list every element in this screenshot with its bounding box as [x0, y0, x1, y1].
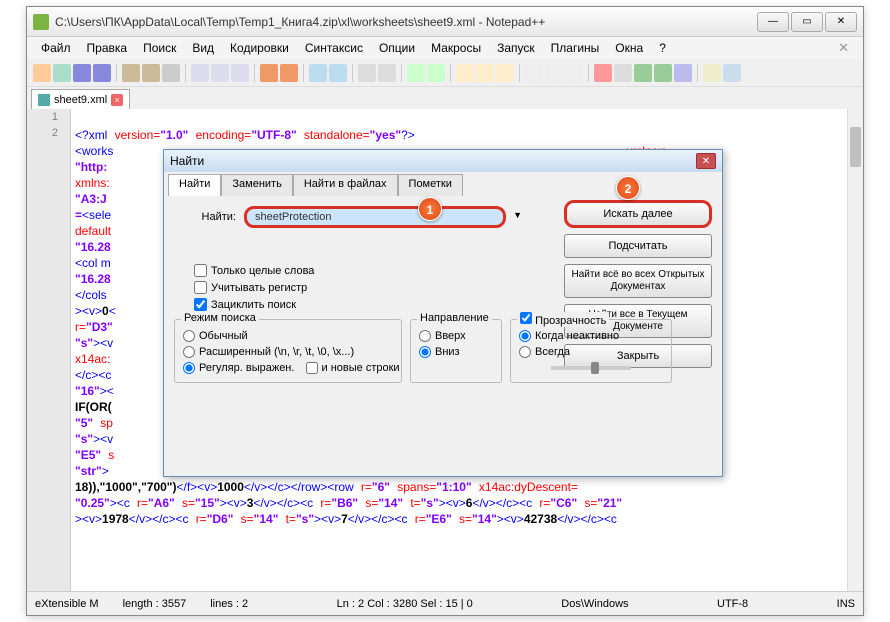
abc-icon[interactable] — [703, 64, 721, 82]
doc-tab[interactable]: sheet9.xml × — [31, 89, 130, 109]
radio-regex[interactable]: Регуляр. выражен. и новые строки — [183, 362, 393, 374]
radio-normal[interactable]: Обычный — [183, 330, 393, 342]
count-button[interactable]: Подсчитать — [564, 234, 712, 258]
record-icon[interactable] — [594, 64, 612, 82]
save-macro-icon[interactable] — [674, 64, 692, 82]
transparency-slider[interactable] — [551, 366, 631, 370]
paste-icon[interactable] — [231, 64, 249, 82]
check-newlines[interactable] — [306, 362, 318, 374]
menu-macros[interactable]: Макросы — [425, 39, 487, 57]
callout-2: 2 — [616, 176, 640, 200]
tab-marks[interactable]: Пометки — [398, 174, 463, 196]
window-title: C:\Users\ПК\AppData\Local\Temp\Temp1_Кни… — [55, 15, 755, 29]
maximize-button[interactable]: ▭ — [791, 12, 823, 32]
cut-icon[interactable] — [191, 64, 209, 82]
radio-trans-inactive[interactable]: Когда неактивно — [519, 330, 663, 342]
radio-up[interactable]: Вверх — [419, 330, 493, 342]
radio-down[interactable]: Вниз — [419, 346, 493, 358]
toolbar — [27, 59, 863, 87]
gutter: 1 2 — [27, 109, 71, 591]
close-button[interactable]: ✕ — [825, 12, 857, 32]
tab-find-in-files[interactable]: Найти в файлах — [293, 174, 398, 196]
monitor-icon[interactable] — [723, 64, 741, 82]
scrollbar-vertical[interactable] — [847, 109, 863, 591]
menu-search[interactable]: Поиск — [137, 39, 182, 57]
find-dialog: Найти ✕ Найти Заменить Найти в файлах По… — [163, 149, 723, 477]
open-icon[interactable] — [53, 64, 71, 82]
new-icon[interactable] — [33, 64, 51, 82]
minimize-button[interactable]: — — [757, 12, 789, 32]
save-all-icon[interactable] — [93, 64, 111, 82]
doc-map-icon[interactable] — [565, 64, 583, 82]
line-number: 2 — [27, 127, 70, 143]
close-all-icon[interactable] — [142, 64, 160, 82]
find-dialog-title: Найти — [170, 154, 696, 168]
find-all-open-button[interactable]: Найти всё во всех Открытых Документах — [564, 264, 712, 298]
status-lines: lines : 2 — [210, 598, 248, 610]
status-language: eXtensible M — [35, 598, 99, 610]
doc-tabbar: sheet9.xml × — [27, 87, 863, 109]
replace-icon[interactable] — [329, 64, 347, 82]
menu-windows[interactable]: Окна — [609, 39, 649, 57]
menu-help[interactable]: ? — [653, 39, 672, 57]
status-length: length : 3557 — [123, 598, 187, 610]
menu-edit[interactable]: Правка — [81, 39, 134, 57]
indent-icon[interactable] — [496, 64, 514, 82]
find-close-button[interactable]: ✕ — [696, 153, 716, 169]
folder-icon[interactable] — [525, 64, 543, 82]
transparency-group: Прозрачность Когда неактивно Всегда — [510, 319, 672, 383]
find-input[interactable] — [244, 206, 506, 228]
sync-h-icon[interactable] — [427, 64, 445, 82]
find-titlebar[interactable]: Найти ✕ — [164, 150, 722, 172]
menu-plugins[interactable]: Плагины — [545, 39, 606, 57]
menu-run[interactable]: Запуск — [491, 39, 541, 57]
file-icon — [38, 94, 50, 106]
find-next-button[interactable]: Искать далее — [564, 200, 712, 228]
menu-file[interactable]: Файл — [35, 39, 77, 57]
search-mode-group: Режим поиска Обычный Расширенный (\n, \r… — [174, 319, 402, 383]
direction-group: Направление Вверх Вниз — [410, 319, 502, 383]
close-file-icon[interactable] — [122, 64, 140, 82]
check-transparency[interactable] — [520, 312, 532, 324]
status-encoding: UTF-8 — [717, 598, 748, 610]
app-icon — [33, 14, 49, 30]
status-mode: INS — [837, 598, 855, 610]
find-dropdown-icon[interactable]: ▼ — [513, 210, 522, 220]
invisible-icon[interactable] — [476, 64, 494, 82]
play-multi-icon[interactable] — [654, 64, 672, 82]
stop-icon[interactable] — [614, 64, 632, 82]
menubar: Файл Правка Поиск Вид Кодировки Синтакси… — [27, 37, 863, 59]
menu-syntax[interactable]: Синтаксис — [299, 39, 369, 57]
menu-view[interactable]: Вид — [186, 39, 220, 57]
zoom-out-icon[interactable] — [378, 64, 396, 82]
tab-find[interactable]: Найти — [168, 174, 221, 196]
function-list-icon[interactable] — [545, 64, 563, 82]
radio-trans-always[interactable]: Всегда — [519, 346, 663, 358]
redo-icon[interactable] — [280, 64, 298, 82]
callout-1: 1 — [418, 197, 442, 221]
titlebar: C:\Users\ПК\AppData\Local\Temp\Temp1_Кни… — [27, 7, 863, 37]
play-icon[interactable] — [634, 64, 652, 82]
statusbar: eXtensible M length : 3557 lines : 2 Ln … — [27, 591, 863, 615]
wrap-icon[interactable] — [456, 64, 474, 82]
menu-encoding[interactable]: Кодировки — [224, 39, 295, 57]
tab-replace[interactable]: Заменить — [221, 174, 292, 196]
close-tab-icon[interactable]: × — [111, 94, 123, 106]
find-label: Найти: — [174, 211, 244, 223]
menu-options[interactable]: Опции — [373, 39, 421, 57]
undo-icon[interactable] — [260, 64, 278, 82]
status-position: Ln : 2 Col : 3280 Sel : 15 | 0 — [337, 598, 473, 610]
doc-tab-label: sheet9.xml — [54, 94, 107, 106]
find-icon[interactable] — [309, 64, 327, 82]
zoom-in-icon[interactable] — [358, 64, 376, 82]
save-icon[interactable] — [73, 64, 91, 82]
print-icon[interactable] — [162, 64, 180, 82]
sync-v-icon[interactable] — [407, 64, 425, 82]
copy-icon[interactable] — [211, 64, 229, 82]
radio-extended[interactable]: Расширенный (\n, \r, \t, \0, \x...) — [183, 346, 393, 358]
status-eol: Dos\Windows — [561, 598, 628, 610]
line-number: 1 — [27, 111, 70, 127]
menubar-close-icon[interactable]: ✕ — [832, 38, 855, 58]
